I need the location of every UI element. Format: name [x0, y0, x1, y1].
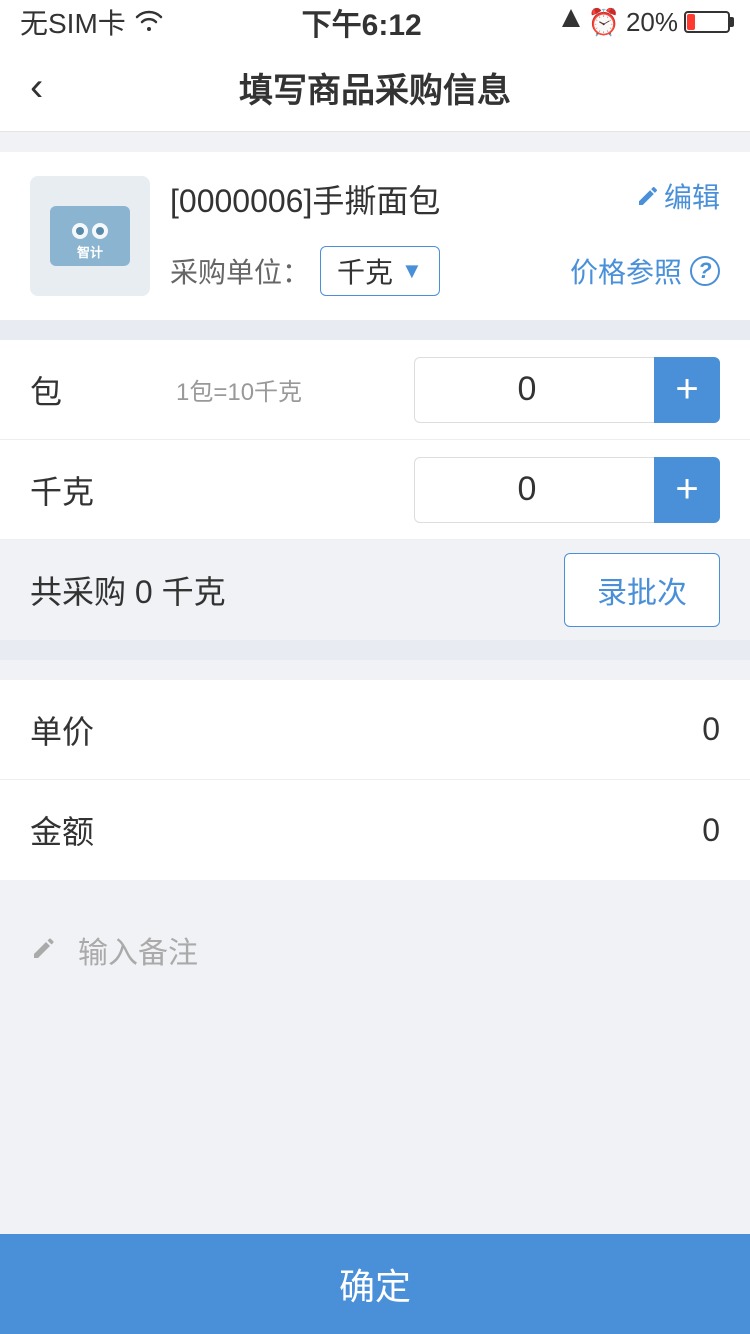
unit-price-row: 单价 0: [0, 680, 750, 780]
pack-sub-label: 1包=10千克: [176, 372, 302, 407]
battery-percent: 20%: [626, 7, 678, 38]
edit-label: 编辑: [664, 176, 720, 216]
summary-section: 共采购 0 千克 录批次: [0, 540, 750, 640]
unit-label: 采购单位：: [170, 251, 310, 291]
divider-1: [0, 320, 750, 340]
pack-input[interactable]: [414, 357, 654, 423]
product-unit-row: 采购单位： 千克 ▼ 价格参照 ?: [170, 246, 720, 296]
kg-input-row: 千克 +: [0, 440, 750, 540]
pack-input-group: +: [414, 357, 720, 423]
status-left: 无SIM卡: [20, 2, 164, 42]
page-title: 填写商品采购信息: [239, 63, 511, 112]
kg-label: 千克: [30, 467, 170, 513]
status-bar: 无SIM卡 下午6:12 ⏰ 20%: [0, 0, 750, 44]
price-section: 单价 0 金额 0: [0, 680, 750, 880]
amount-value: 0: [702, 812, 720, 849]
unit-dropdown-arrow: ▼: [401, 258, 423, 284]
location-icon: [560, 7, 582, 38]
summary-row: 共采购 0 千克 录批次: [0, 540, 750, 640]
amount-label: 金额: [30, 807, 94, 853]
product-top-row: [0000006]手撕面包 编辑: [170, 176, 720, 222]
product-card: 智计 [0000006]手撕面包 编辑 采购单位： 千克: [0, 152, 750, 320]
kg-input[interactable]: [414, 457, 654, 523]
unit-select[interactable]: 千克 ▼: [320, 246, 440, 296]
input-section: 包 1包=10千克 + 千克 +: [0, 340, 750, 540]
carrier-text: 无SIM卡: [20, 2, 126, 42]
price-ref-button[interactable]: 价格参照 ?: [570, 251, 720, 291]
nav-bar: ‹ 填写商品采购信息: [0, 44, 750, 132]
pack-label: 包: [30, 367, 170, 413]
batch-button[interactable]: 录批次: [564, 553, 720, 627]
summary-text: 共采购 0 千克: [30, 567, 226, 613]
pencil-icon: [30, 930, 62, 970]
edit-button[interactable]: 编辑: [636, 176, 720, 216]
status-time: 下午6:12: [302, 0, 422, 44]
amount-row: 金额 0: [0, 780, 750, 880]
unit-price-value: 0: [702, 711, 720, 748]
kg-input-group: +: [414, 457, 720, 523]
notes-placeholder: 输入备注: [78, 928, 198, 972]
unit-value: 千克: [337, 251, 393, 291]
divider-2: [0, 640, 750, 660]
product-image: 智计: [30, 176, 150, 296]
page-content: 智计 [0000006]手撕面包 编辑 采购单位： 千克: [0, 152, 750, 1300]
product-name: [0000006]手撕面包: [170, 176, 440, 222]
svg-text:智计: 智计: [77, 245, 103, 260]
price-ref-icon: ?: [690, 256, 720, 286]
alarm-icon: ⏰: [588, 7, 620, 38]
wifi-icon: [134, 6, 164, 38]
product-logo: 智计: [50, 206, 130, 266]
product-info: [0000006]手撕面包 编辑 采购单位： 千克 ▼ 价格: [170, 176, 720, 296]
notes-section[interactable]: 输入备注: [0, 900, 750, 1000]
pack-plus-button[interactable]: +: [654, 357, 720, 423]
kg-plus-button[interactable]: +: [654, 457, 720, 523]
unit-price-label: 单价: [30, 707, 94, 753]
battery-icon: [684, 11, 730, 33]
pack-input-row: 包 1包=10千克 +: [0, 340, 750, 440]
bottom-space: [0, 1000, 750, 1200]
status-right: ⏰ 20%: [560, 7, 730, 38]
confirm-button[interactable]: 确定: [0, 1234, 750, 1334]
price-ref-label: 价格参照: [570, 251, 682, 291]
back-button[interactable]: ‹: [30, 65, 43, 110]
